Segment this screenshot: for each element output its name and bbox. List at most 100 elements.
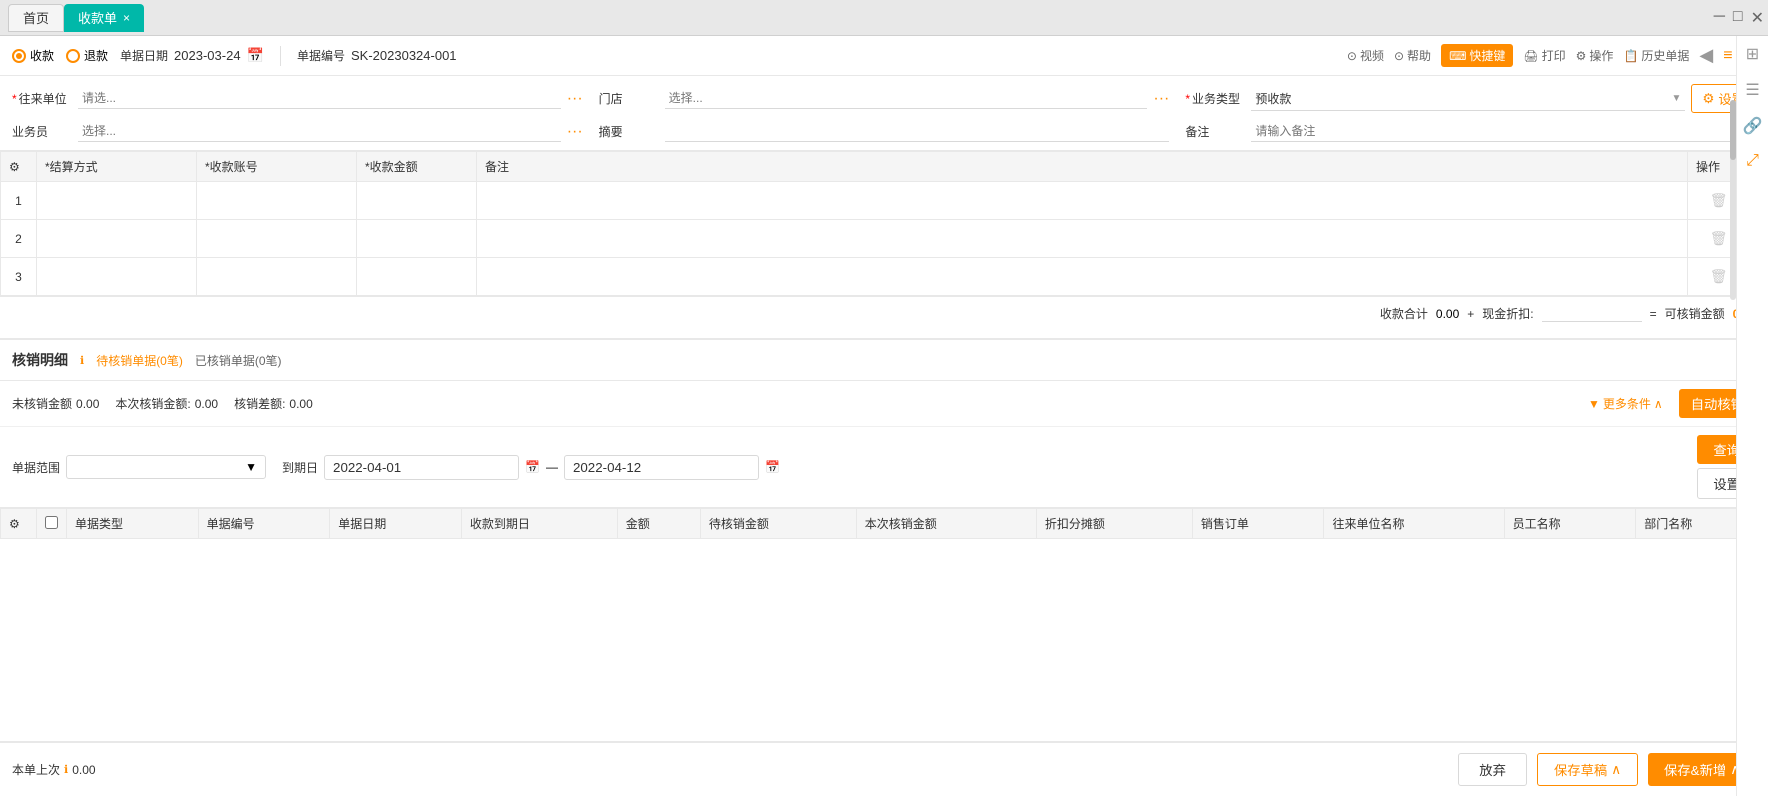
doc-num-value[interactable]: SK-20230324-001 bbox=[351, 48, 457, 63]
row1-delete-icon[interactable]: 🗑 bbox=[1710, 192, 1728, 209]
sidebar-list-icon[interactable]: ☰ bbox=[1745, 80, 1759, 100]
scroll-thumb[interactable] bbox=[1730, 100, 1736, 160]
wt-col-discount: 折扣分摊额 bbox=[1036, 509, 1192, 539]
summary-input[interactable] bbox=[665, 121, 1170, 142]
row1-amount[interactable] bbox=[357, 182, 477, 220]
tab-receipt[interactable]: 收款单 × bbox=[64, 4, 144, 32]
scroll-track[interactable] bbox=[1730, 100, 1736, 300]
stat-diff: 核销差额: 0.00 bbox=[234, 395, 313, 412]
tab-pending[interactable]: 待核销单据(0笔) bbox=[96, 352, 183, 369]
footer-actions: 放弃 保存草稿 ∧ 保存&新增 ∧ bbox=[1458, 753, 1756, 786]
more-conditions-btn[interactable]: ▼ 更多条件 ∧ bbox=[1588, 395, 1663, 412]
sidebar-grid-icon[interactable]: ⊞ bbox=[1746, 44, 1759, 64]
minimize-btn[interactable]: ─ bbox=[1714, 8, 1725, 28]
form-header: 收款 退款 单据日期 2023-03-24 📅 单据编号 SK-20230324… bbox=[0, 36, 1768, 76]
business-type-select[interactable]: 预收款 ▼ bbox=[1251, 87, 1685, 111]
row2-amount[interactable] bbox=[357, 220, 477, 258]
shortcut-btn[interactable]: ⌨快捷键 bbox=[1441, 44, 1513, 67]
save-draft-chevron: ∧ bbox=[1611, 762, 1621, 778]
layout-icon[interactable]: ≡ bbox=[1723, 47, 1732, 65]
row1-method[interactable] bbox=[37, 182, 197, 220]
footer-value: 0.00 bbox=[72, 763, 95, 777]
close-btn[interactable]: ✕ bbox=[1751, 8, 1764, 28]
wt-col-duedate: 收款到期日 bbox=[461, 509, 617, 539]
print-btn[interactable]: 🖨打印 bbox=[1523, 47, 1565, 64]
store-more-icon[interactable]: ··· bbox=[1153, 90, 1169, 108]
counterpart-more-icon[interactable]: ··· bbox=[567, 90, 583, 108]
row2-delete-icon[interactable]: 🗑 bbox=[1710, 230, 1728, 247]
row-num-3: 3 bbox=[1, 258, 37, 296]
receipts-table: ⚙ *结算方式 *收款账号 *收款金额 备注 操作 bbox=[0, 151, 1768, 296]
abandon-btn[interactable]: 放弃 bbox=[1458, 753, 1527, 786]
writeoff-title: 核销明细 bbox=[12, 350, 68, 370]
summary-field: 摘要 bbox=[599, 121, 1170, 142]
calendar-from-icon[interactable]: 📅 bbox=[525, 460, 540, 474]
table-header-row: ⚙ *结算方式 *收款账号 *收款金额 备注 操作 bbox=[1, 152, 1768, 182]
note-input[interactable] bbox=[1251, 121, 1756, 142]
store-label: 门店 bbox=[599, 90, 659, 107]
footer: 本单上次 ℹ 0.00 放弃 保存草稿 ∧ 保存&新增 ∧ bbox=[0, 741, 1768, 796]
row3-delete-icon[interactable]: 🗑 bbox=[1710, 268, 1728, 285]
salesperson-input[interactable] bbox=[78, 121, 561, 142]
row1-account[interactable] bbox=[197, 182, 357, 220]
radio-group: 收款 退款 bbox=[12, 47, 108, 64]
discount-label: 现金折扣: bbox=[1482, 305, 1533, 322]
radio-refund[interactable]: 退款 bbox=[66, 47, 108, 64]
row2-account[interactable] bbox=[197, 220, 357, 258]
radio-receipt[interactable]: 收款 bbox=[12, 47, 54, 64]
tab-close-receipt[interactable]: × bbox=[123, 11, 130, 25]
plus-sign: + bbox=[1467, 307, 1474, 321]
prev-icon[interactable]: ◀ bbox=[1699, 45, 1713, 66]
counterpart-input[interactable] bbox=[78, 88, 561, 109]
wt-col-check[interactable] bbox=[37, 509, 67, 539]
range-select[interactable]: ▼ bbox=[66, 455, 266, 479]
row3-remark[interactable] bbox=[477, 258, 1688, 296]
salesperson-more-icon[interactable]: ··· bbox=[567, 123, 583, 141]
save-draft-btn[interactable]: 保存草稿 ∧ bbox=[1537, 753, 1638, 786]
video-btn[interactable]: ⊙视频 bbox=[1347, 47, 1384, 64]
note-label: 备注 bbox=[1185, 123, 1245, 140]
counterpart-field: 往来单位 ··· bbox=[12, 88, 583, 109]
row3-amount[interactable] bbox=[357, 258, 477, 296]
summary-label: 摘要 bbox=[599, 123, 659, 140]
help-btn[interactable]: ⊙帮助 bbox=[1394, 47, 1431, 64]
total-label: 收款合计 bbox=[1380, 305, 1428, 322]
table-row: 1 🗑 ⊞ bbox=[1, 182, 1768, 220]
row3-account[interactable] bbox=[197, 258, 357, 296]
check-all[interactable] bbox=[45, 516, 58, 529]
tab-home[interactable]: 首页 bbox=[8, 4, 64, 32]
table-section: ⚙ *结算方式 *收款账号 *收款金额 备注 操作 bbox=[0, 151, 1768, 296]
form-row-1: 往来单位 ··· 门店 ··· 业务类型 预收款 ▼ ⚙设置 bbox=[12, 84, 1756, 113]
counterpart-label: 往来单位 bbox=[12, 90, 72, 107]
operations-btn[interactable]: ⚙操作 bbox=[1576, 47, 1614, 64]
writeoff-info-icon[interactable]: ℹ bbox=[80, 354, 84, 367]
discount-input[interactable] bbox=[1542, 306, 1642, 322]
business-type-label: 业务类型 bbox=[1185, 90, 1245, 107]
date-field: 单据日期 2023-03-24 📅 bbox=[120, 47, 264, 64]
calendar-to-icon[interactable]: 📅 bbox=[765, 460, 780, 474]
footer-info-icon[interactable]: ℹ bbox=[64, 763, 68, 776]
col-settings-header[interactable]: ⚙ bbox=[1, 152, 37, 182]
date-from-input[interactable] bbox=[324, 455, 519, 480]
store-input[interactable] bbox=[665, 88, 1148, 109]
right-sidebar: ⊞ ☰ 🔗 ⤢ bbox=[1736, 36, 1768, 796]
tab-done[interactable]: 已核销单据(0笔) bbox=[195, 352, 282, 369]
calendar-icon[interactable]: 📅 bbox=[247, 47, 264, 64]
wt-col-settings[interactable]: ⚙ bbox=[1, 509, 37, 539]
sidebar-expand-icon[interactable]: ⤢ bbox=[1746, 152, 1759, 170]
row3-method[interactable] bbox=[37, 258, 197, 296]
wt-col-employee: 员工名称 bbox=[1504, 509, 1636, 539]
wt-col-current: 本次核销金额 bbox=[856, 509, 1036, 539]
window-controls: ─ □ ✕ bbox=[1714, 8, 1764, 28]
wt-col-pending: 待核销金额 bbox=[700, 509, 856, 539]
radio-dot-refund bbox=[66, 49, 80, 63]
row2-remark[interactable] bbox=[477, 220, 1688, 258]
sidebar-attach-icon[interactable]: 🔗 bbox=[1743, 116, 1763, 136]
row1-remark[interactable] bbox=[477, 182, 1688, 220]
date-to-input[interactable] bbox=[564, 455, 759, 480]
history-btn[interactable]: 📋历史单据 bbox=[1623, 47, 1689, 64]
maximize-btn[interactable]: □ bbox=[1733, 8, 1743, 28]
date-value[interactable]: 2023-03-24 bbox=[174, 48, 241, 63]
row2-method[interactable] bbox=[37, 220, 197, 258]
doc-num-field: 单据编号 SK-20230324-001 bbox=[297, 47, 457, 64]
